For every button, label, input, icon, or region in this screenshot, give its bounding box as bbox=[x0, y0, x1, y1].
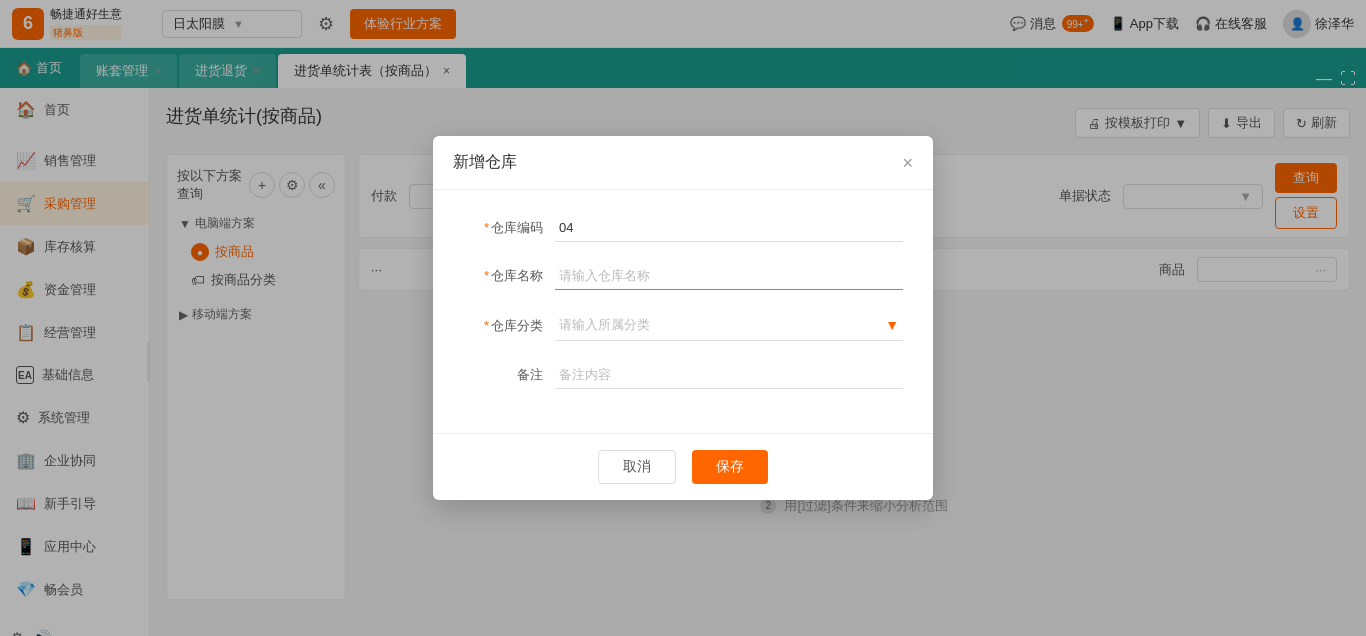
dialog-body: *仓库编码 *仓库名称 *仓库分类 请输入所属分类 ▼ bbox=[433, 190, 933, 433]
note-label: 备注 bbox=[463, 366, 543, 384]
cancel-button[interactable]: 取消 bbox=[598, 450, 676, 484]
name-label: *仓库名称 bbox=[463, 267, 543, 285]
form-row-note: 备注 bbox=[463, 361, 903, 389]
category-arrow-icon: ▼ bbox=[885, 317, 899, 333]
category-select[interactable]: 请输入所属分类 ▼ bbox=[555, 310, 903, 341]
code-label: *仓库编码 bbox=[463, 219, 543, 237]
code-input[interactable] bbox=[555, 214, 903, 242]
name-input[interactable] bbox=[555, 262, 903, 290]
modal-overlay: 新增仓库 × *仓库编码 *仓库名称 *仓库分类 bbox=[0, 0, 1366, 636]
dialog-close-button[interactable]: × bbox=[902, 154, 913, 172]
category-placeholder: 请输入所属分类 bbox=[559, 316, 650, 334]
category-label: *仓库分类 bbox=[463, 317, 543, 335]
form-row-name: *仓库名称 bbox=[463, 262, 903, 290]
save-button[interactable]: 保存 bbox=[692, 450, 768, 484]
dialog-title: 新增仓库 bbox=[453, 152, 517, 173]
dialog: 新增仓库 × *仓库编码 *仓库名称 *仓库分类 bbox=[433, 136, 933, 500]
note-input[interactable] bbox=[555, 361, 903, 389]
form-row-category: *仓库分类 请输入所属分类 ▼ bbox=[463, 310, 903, 341]
dialog-footer: 取消 保存 bbox=[433, 433, 933, 500]
dialog-header: 新增仓库 × bbox=[433, 136, 933, 190]
form-row-code: *仓库编码 bbox=[463, 214, 903, 242]
